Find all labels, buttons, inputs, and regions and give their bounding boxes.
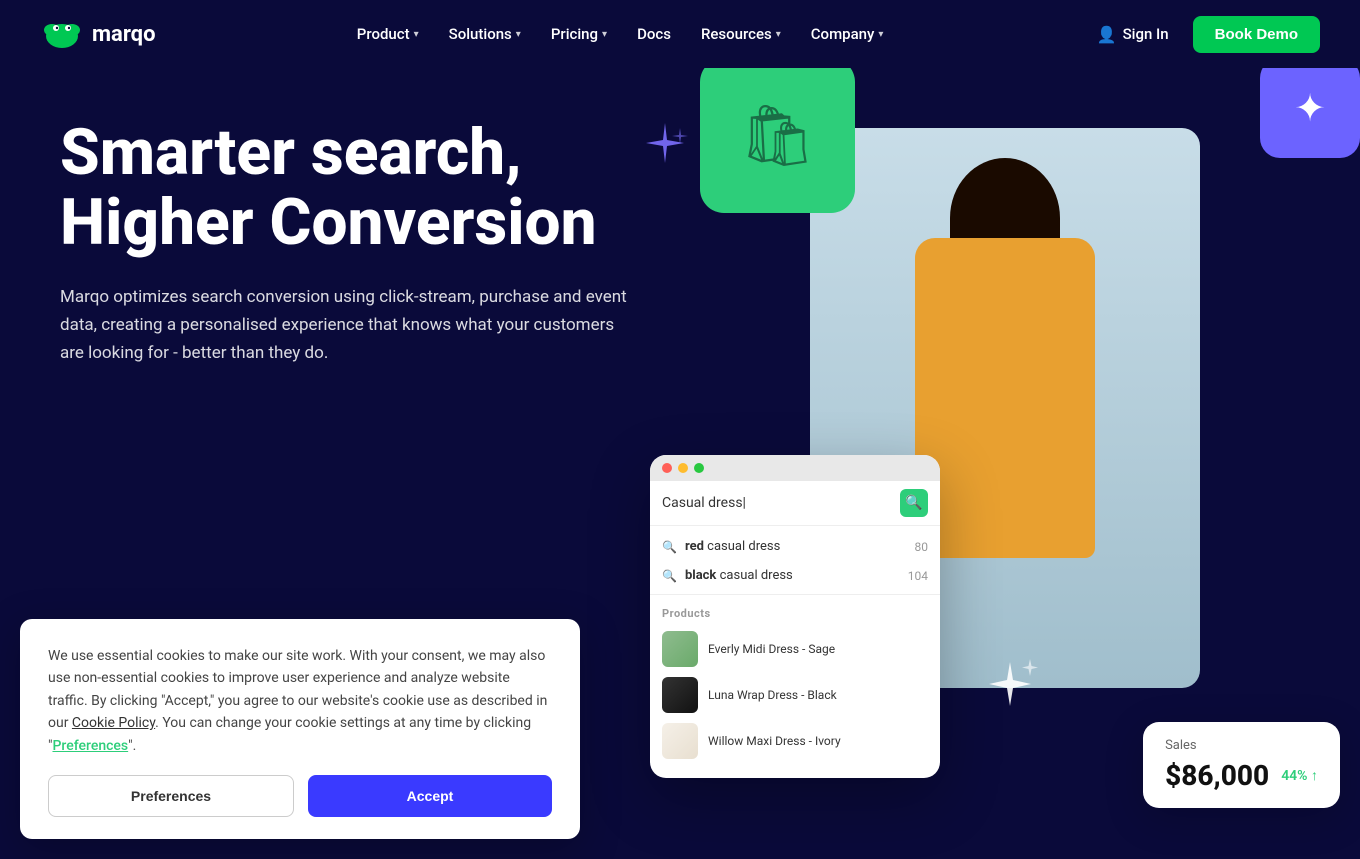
nav-item-product[interactable]: Product ▾ xyxy=(345,17,431,51)
suggestion-row-1: 🔍 red casual dress 80 xyxy=(650,532,940,561)
logo-text: marqo xyxy=(92,22,156,47)
chevron-down-icon: ▾ xyxy=(414,29,419,40)
product-thumb-1 xyxy=(662,631,698,667)
nav-links: Product ▾ Solutions ▾ Pricing ▾ Docs Res… xyxy=(345,17,896,51)
nav-item-docs[interactable]: Docs xyxy=(625,17,683,51)
hero-subtitle: Marqo optimizes search conversion using … xyxy=(60,283,640,367)
nav-item-pricing[interactable]: Pricing ▾ xyxy=(539,17,619,51)
sales-value-row: $86,000 44% ↑ xyxy=(1165,759,1318,792)
chevron-down-icon: ▾ xyxy=(878,29,883,40)
window-dot-yellow xyxy=(678,463,688,473)
product-thumb-3 xyxy=(662,723,698,759)
nav-actions: 👤 Sign In Book Demo xyxy=(1085,16,1320,53)
search-card-header xyxy=(650,455,940,481)
cookie-text: We use essential cookies to make our sit… xyxy=(48,645,552,757)
user-icon: 👤 xyxy=(1097,25,1117,44)
suggestion-text-1: red casual dress xyxy=(685,539,907,554)
suggestion-count-2: 104 xyxy=(908,569,928,583)
book-demo-button[interactable]: Book Demo xyxy=(1193,16,1320,53)
search-icon[interactable]: 🔍 xyxy=(900,489,928,517)
products-label: Products xyxy=(662,607,928,620)
chevron-down-icon: ▾ xyxy=(516,29,521,40)
cookie-policy-link[interactable]: Cookie Policy xyxy=(72,715,155,731)
nav-item-resources[interactable]: Resources ▾ xyxy=(689,17,793,51)
accept-button[interactable]: Accept xyxy=(308,775,552,817)
sparkle-bottom xyxy=(980,654,1040,718)
suggestion-count-1: 80 xyxy=(915,540,929,554)
suggestion-text-2: black casual dress xyxy=(685,568,900,583)
navbar: marqo Product ▾ Solutions ▾ Pricing ▾ Do… xyxy=(0,0,1360,68)
search-input-row: Casual dress| 🔍 xyxy=(650,481,940,526)
products-section: Products Everly Midi Dress - Sage Luna W… xyxy=(650,599,940,772)
cursor-icon: ✦ xyxy=(1294,86,1326,131)
window-dot-red xyxy=(662,463,672,473)
sales-label: Sales xyxy=(1165,738,1318,753)
sales-badge: Sales $86,000 44% ↑ xyxy=(1143,722,1340,808)
divider xyxy=(650,594,940,595)
product-row-3: Willow Maxi Dress - Ivory xyxy=(662,718,928,764)
product-name-1: Everly Midi Dress - Sage xyxy=(708,642,835,656)
search-suggestion-icon: 🔍 xyxy=(662,540,677,554)
bag-card: 🛍 xyxy=(700,68,855,213)
woman-body xyxy=(915,238,1095,558)
cookie-buttons: Preferences Accept xyxy=(48,775,552,817)
product-row-1: Everly Midi Dress - Sage xyxy=(662,626,928,672)
chevron-down-icon: ▾ xyxy=(602,29,607,40)
chevron-down-icon: ▾ xyxy=(776,29,781,40)
nav-item-company[interactable]: Company ▾ xyxy=(799,17,896,51)
preferences-button[interactable]: Preferences xyxy=(48,775,294,817)
search-suggestions: 🔍 red casual dress 80 🔍 black casual dre… xyxy=(650,526,940,778)
hero-visuals: 🛍 ✦ Casual dress| 🔍 xyxy=(650,68,1360,838)
sign-in-button[interactable]: 👤 Sign In xyxy=(1085,17,1181,52)
hero-title: Smarter search, Higher Conversion xyxy=(60,118,700,259)
hero-text: Smarter search, Higher Conversion Marqo … xyxy=(60,118,700,367)
window-dot-green xyxy=(694,463,704,473)
product-name-3: Willow Maxi Dress - Ivory xyxy=(708,734,841,748)
search-card: Casual dress| 🔍 🔍 red casual dress 80 🔍 … xyxy=(650,455,940,778)
nav-item-solutions[interactable]: Solutions ▾ xyxy=(437,17,533,51)
suggestion-row-2: 🔍 black casual dress 104 xyxy=(650,561,940,590)
search-input-display: Casual dress| xyxy=(662,495,892,511)
preferences-inline-link[interactable]: Preferences xyxy=(52,738,128,754)
sales-value: $86,000 xyxy=(1165,759,1269,792)
product-name-2: Luna Wrap Dress - Black xyxy=(708,688,837,702)
cursor-card: ✦ xyxy=(1260,68,1360,158)
product-row-2: Luna Wrap Dress - Black xyxy=(662,672,928,718)
logo[interactable]: marqo xyxy=(40,12,156,56)
cookie-banner: We use essential cookies to make our sit… xyxy=(20,619,580,839)
product-thumb-2 xyxy=(662,677,698,713)
shopping-bag-icon: 🛍 xyxy=(739,100,815,171)
sales-change: 44% ↑ xyxy=(1281,767,1318,784)
search-suggestion-icon-2: 🔍 xyxy=(662,569,677,583)
